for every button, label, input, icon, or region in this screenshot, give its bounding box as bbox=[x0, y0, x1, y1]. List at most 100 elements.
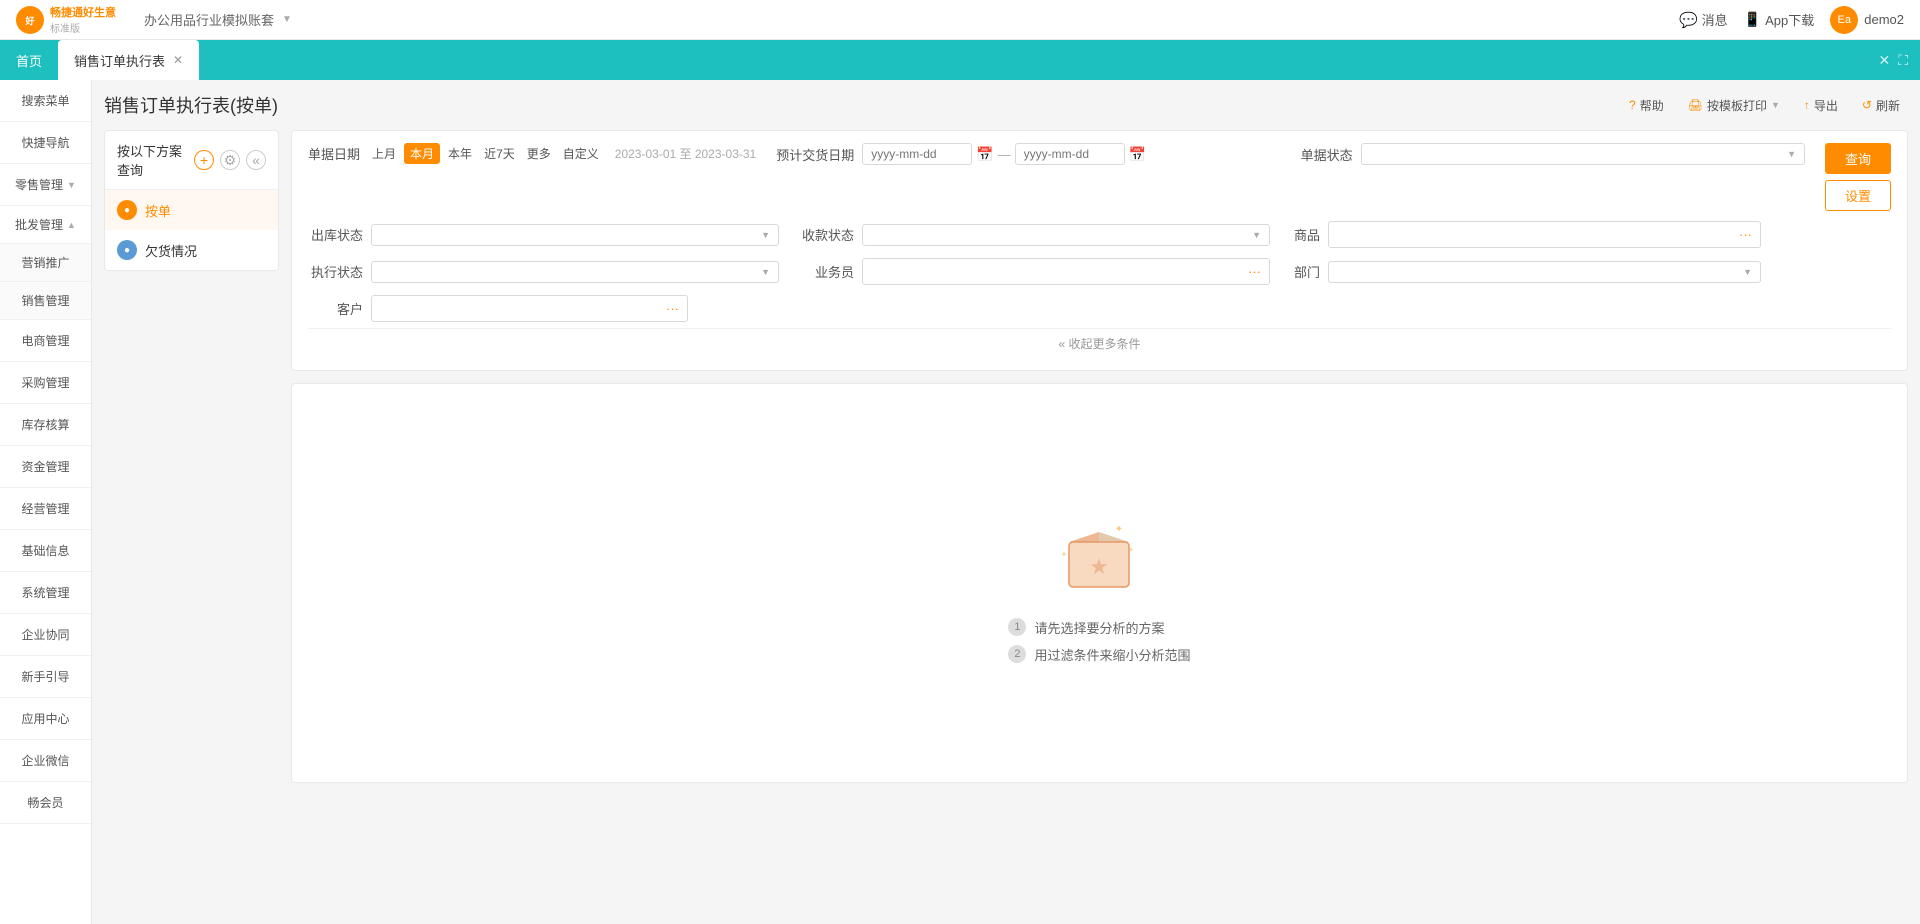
sidebar-item-new-guide[interactable]: 新手引导 bbox=[0, 656, 91, 698]
date-tab-this-year[interactable]: 本年 bbox=[444, 143, 476, 164]
sidebar-item-purchase[interactable]: 采购管理 bbox=[0, 362, 91, 404]
help-btn[interactable]: ? 帮助 bbox=[1621, 93, 1672, 118]
breadcrumb-text: 办公用品行业模拟账套 bbox=[144, 10, 274, 29]
content-wrapper: 按以下方案查询 + ⚙ « ● bbox=[104, 130, 1908, 783]
goods-select[interactable]: ··· bbox=[1328, 221, 1761, 248]
sidebar-item-retail-mgmt[interactable]: 零售管理 ▼ bbox=[0, 164, 91, 206]
refresh-label: 刷新 bbox=[1876, 97, 1900, 114]
date-tab-last-month[interactable]: 上月 bbox=[368, 143, 400, 164]
export-label: 导出 bbox=[1814, 97, 1838, 114]
delivery-date-start-calendar-icon[interactable]: 📅 bbox=[976, 146, 993, 163]
filter-doc-status-section: 单据状态 ▼ bbox=[1301, 143, 1805, 165]
tab-close-icon[interactable]: ✕ bbox=[173, 53, 183, 67]
doc-status-select[interactable]: ▼ bbox=[1361, 143, 1805, 165]
tab-maximize-icon[interactable]: ⛶ bbox=[1898, 52, 1908, 69]
collapse-bar[interactable]: « 收起更多条件 bbox=[308, 328, 1891, 358]
sidebar-item-ecommerce[interactable]: 电商管理 bbox=[0, 320, 91, 362]
out-status-select[interactable]: ▼ bbox=[371, 224, 779, 246]
sidebar-enterprise-wechat-label: 企业微信 bbox=[21, 754, 69, 768]
logo-icon: 好 bbox=[16, 6, 44, 34]
collapse-panel-icon: « bbox=[252, 152, 260, 168]
sidebar-item-enterprise-wechat[interactable]: 企业微信 bbox=[0, 740, 91, 782]
date-tab-custom[interactable]: 自定义 bbox=[559, 143, 603, 164]
scheme-press-item[interactable]: ● 按单 bbox=[105, 190, 278, 230]
dept-select[interactable]: ▼ bbox=[1328, 261, 1761, 283]
refresh-icon: ↺ bbox=[1862, 98, 1872, 112]
sidebar-item-operations[interactable]: 经营管理 bbox=[0, 488, 91, 530]
settings-button[interactable]: 设置 bbox=[1825, 180, 1891, 211]
left-panel-header: 按以下方案查询 + ⚙ « bbox=[105, 131, 278, 190]
scheme-debt-item[interactable]: ● 欠货情况 bbox=[105, 230, 278, 270]
receipt-status-arrow-icon: ▼ bbox=[1252, 230, 1261, 240]
user-area[interactable]: Ea demo2 bbox=[1830, 6, 1904, 34]
search-button[interactable]: 查询 bbox=[1825, 143, 1891, 174]
sidebar-item-basic-info[interactable]: 基础信息 bbox=[0, 530, 91, 572]
exec-status-select[interactable]: ▼ bbox=[371, 261, 779, 283]
sidebar-basic-info-label: 基础信息 bbox=[21, 544, 69, 558]
date-range-display: 2023-03-01 至 2023-03-31 bbox=[615, 145, 756, 162]
sidebar-new-guide-label: 新手引导 bbox=[21, 670, 69, 684]
date-tab-more[interactable]: 更多 bbox=[523, 143, 555, 164]
sidebar-item-app-center[interactable]: 应用中心 bbox=[0, 698, 91, 740]
sidebar-item-inventory[interactable]: 库存核算 bbox=[0, 404, 91, 446]
template-print-btn[interactable]: 🖨 按模板打印 ▼ bbox=[1680, 93, 1788, 118]
sidebar-finance-label: 资金管理 bbox=[21, 460, 69, 474]
sidebar-item-system-mgmt[interactable]: 系统管理 bbox=[0, 572, 91, 614]
customer-select[interactable]: ··· bbox=[371, 295, 688, 322]
scheme-debt-icon: ● bbox=[117, 240, 137, 260]
export-icon: ↑ bbox=[1804, 98, 1810, 112]
sidebar-enterprise-collab-label: 企业协同 bbox=[21, 628, 69, 642]
tab-sales-order[interactable]: 销售订单执行表 ✕ bbox=[58, 40, 199, 80]
sidebar-purchase-label: 采购管理 bbox=[21, 376, 69, 390]
sidebar-item-search-menu[interactable]: 搜索菜单 bbox=[0, 80, 91, 122]
tip-2-number: 2 bbox=[1008, 645, 1026, 663]
sidebar-retail-mgmt-label: 零售管理 bbox=[15, 176, 63, 193]
tab-bar-actions: ✕ ⛶ bbox=[1878, 52, 1920, 69]
delivery-date-end-input[interactable] bbox=[1015, 143, 1125, 165]
filter-row-1: 单据日期 上月 本月 本年 近7天 更多 自定义 2023-03-01 至 20… bbox=[308, 143, 1891, 211]
user-name: demo2 bbox=[1864, 12, 1904, 27]
salesperson-label: 业务员 bbox=[799, 262, 854, 281]
template-print-arrow-icon: ▼ bbox=[1771, 100, 1780, 110]
sidebar-item-sales-mgmt[interactable]: 销售管理 bbox=[0, 282, 91, 320]
sidebar-item-enterprise-collab[interactable]: 企业协同 bbox=[0, 614, 91, 656]
app-download-label: App下载 bbox=[1765, 10, 1814, 29]
add-scheme-btn[interactable]: + bbox=[194, 150, 214, 170]
page-header: 销售订单执行表(按单) ? 帮助 🖨 按模板打印 ▼ ↑ 导出 ↺ 刷新 bbox=[104, 92, 1908, 118]
date-tab-last-7[interactable]: 近7天 bbox=[480, 143, 519, 164]
tab-home[interactable]: 首页 bbox=[0, 40, 58, 80]
sidebar-marketing-label: 营销推广 bbox=[21, 256, 69, 270]
sidebar-item-quick-nav[interactable]: 快捷导航 bbox=[0, 122, 91, 164]
sidebar-item-member[interactable]: 畅会员 bbox=[0, 782, 91, 824]
export-btn[interactable]: ↑ 导出 bbox=[1796, 93, 1846, 118]
customer-label: 客户 bbox=[308, 299, 363, 318]
exec-status-label: 执行状态 bbox=[308, 262, 363, 281]
config-icon: ⚙ bbox=[224, 152, 237, 169]
config-scheme-btn[interactable]: ⚙ bbox=[220, 150, 240, 170]
template-print-label: 按模板打印 bbox=[1707, 97, 1767, 114]
sidebar-item-wholesale-mgmt[interactable]: 批发管理 ▲ bbox=[0, 206, 91, 244]
help-label: 帮助 bbox=[1640, 97, 1664, 114]
page-actions: ? 帮助 🖨 按模板打印 ▼ ↑ 导出 ↺ 刷新 bbox=[1621, 93, 1908, 118]
svg-text:✦: ✦ bbox=[1115, 524, 1123, 535]
date-tab-this-month[interactable]: 本月 bbox=[404, 143, 440, 164]
sidebar-item-marketing[interactable]: 营销推广 bbox=[0, 244, 91, 282]
refresh-btn[interactable]: ↺ 刷新 bbox=[1854, 93, 1908, 118]
breadcrumb-arrow-icon[interactable]: ▼ bbox=[282, 14, 292, 25]
sidebar-item-finance[interactable]: 资金管理 bbox=[0, 446, 91, 488]
tab-close-window-icon[interactable]: ✕ bbox=[1878, 52, 1890, 69]
sidebar-member-label: 畅会员 bbox=[27, 796, 63, 810]
filter-goods: 商品 ··· bbox=[1290, 221, 1761, 248]
salesperson-select[interactable]: ··· bbox=[862, 258, 1270, 285]
logo-area: 好 畅捷通好生意 标准版 bbox=[16, 4, 116, 35]
delivery-date-start-input[interactable] bbox=[862, 143, 972, 165]
empty-tip-2: 2 用过滤条件来缩小分析范围 bbox=[1008, 645, 1190, 664]
app-download-btn[interactable]: 📱 App下载 bbox=[1744, 10, 1815, 29]
filter-row-3: 执行状态 ▼ 业务员 ··· bbox=[308, 258, 1891, 285]
delivery-date-end-calendar-icon[interactable]: 📅 bbox=[1129, 146, 1146, 163]
collapse-panel-btn[interactable]: « bbox=[246, 150, 266, 170]
message-btn[interactable]: 💬 消息 bbox=[1679, 10, 1728, 29]
receipt-status-select[interactable]: ▼ bbox=[862, 224, 1270, 246]
page-title: 销售订单执行表(按单) bbox=[104, 92, 278, 118]
message-icon: 💬 bbox=[1679, 11, 1698, 29]
